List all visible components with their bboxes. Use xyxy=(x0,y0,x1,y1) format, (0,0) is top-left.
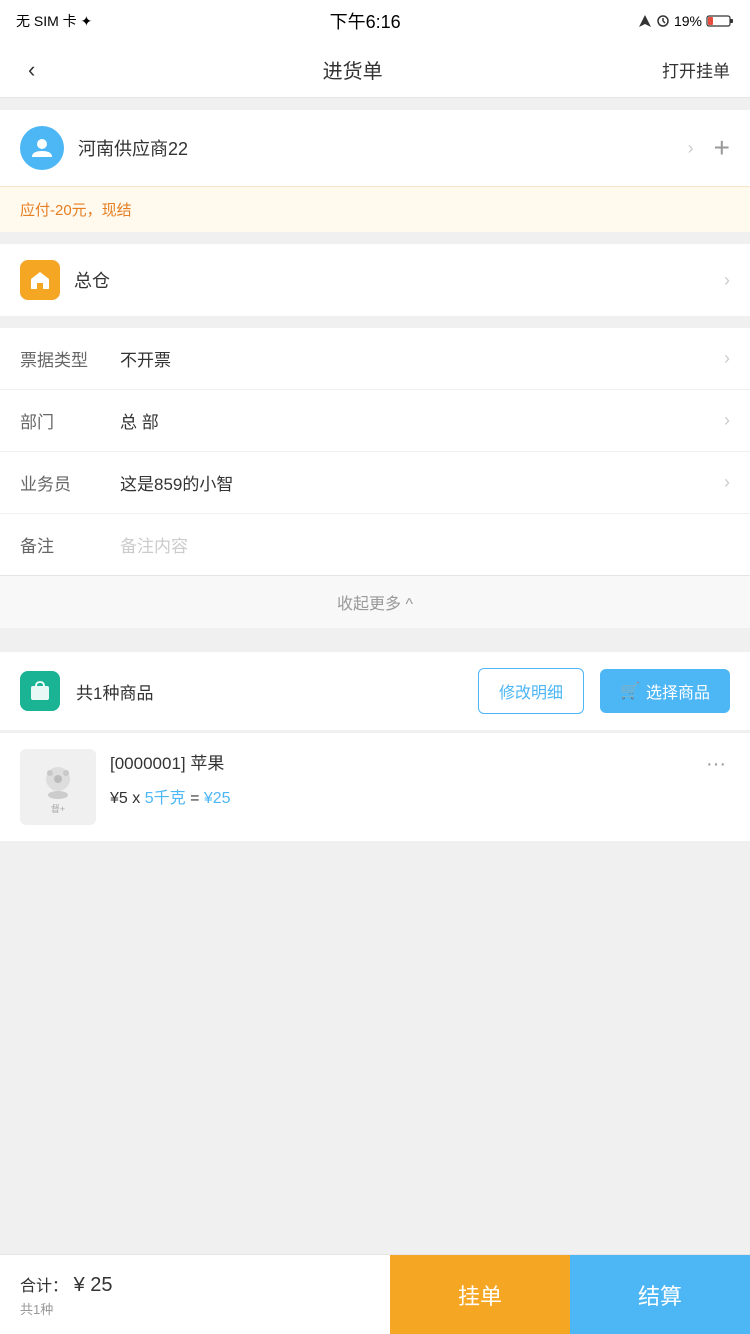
status-time: 下午6:16 xyxy=(330,8,401,34)
invoice-value: 不开票 xyxy=(120,346,724,371)
product-price: ¥5 x 5千克 = ¥25 xyxy=(110,784,688,808)
invoice-row[interactable]: 票据类型 不开票 › xyxy=(0,328,750,390)
supplier-card: 河南供应商22 › + 应付-20元，现结 xyxy=(0,110,750,232)
product-header: 共1种商品 修改明细 🛒 选择商品 xyxy=(0,652,750,730)
warehouse-chevron-icon: › xyxy=(724,270,730,291)
page-title: 进货单 xyxy=(323,55,383,84)
remark-row[interactable]: 备注 备注内容 xyxy=(0,514,750,575)
supplier-chevron-icon: › xyxy=(688,138,694,159)
supplier-avatar xyxy=(20,126,64,170)
product-code: [0000001] xyxy=(110,754,186,773)
person-icon xyxy=(29,135,55,161)
bottom-bar: 合计： ¥ 25 共1种 挂单 结算 xyxy=(0,1254,750,1334)
sales-row[interactable]: 业务员 这是859的小智 › xyxy=(0,452,750,514)
product-name: [0000001] 苹果 xyxy=(110,749,688,774)
open-hang-button[interactable]: 打开挂单 xyxy=(662,57,730,82)
checkout-button[interactable]: 结算 xyxy=(570,1255,750,1334)
product-info: [0000001] 苹果 ¥5 x 5千克 = ¥25 xyxy=(110,749,688,808)
product-title: 苹果 xyxy=(190,754,224,773)
bottom-spacer xyxy=(0,841,750,941)
total-value: ¥ 25 xyxy=(74,1274,113,1296)
divider-2 xyxy=(0,232,750,244)
alarm-icon xyxy=(656,14,670,28)
warehouse-icon xyxy=(20,260,60,300)
invoice-chevron-icon: › xyxy=(724,348,730,369)
cart-icon: 🛒 xyxy=(620,681,640,701)
total-label: 合计： xyxy=(20,1278,68,1295)
dept-label: 部门 xyxy=(20,408,100,433)
equals-sign: = xyxy=(190,790,204,807)
invoice-label: 票据类型 xyxy=(20,346,100,371)
select-product-button[interactable]: 🛒 选择商品 xyxy=(600,669,730,713)
nav-bar: ‹ 进货单 打开挂单 xyxy=(0,42,750,98)
warehouse-name: 总仓 xyxy=(74,267,724,293)
hang-button[interactable]: 挂单 xyxy=(390,1255,570,1334)
remark-input[interactable]: 备注内容 xyxy=(120,532,730,557)
edit-detail-button[interactable]: 修改明细 xyxy=(478,668,584,714)
status-left: 无 SIM 卡 ✦ xyxy=(16,11,92,31)
multiply-sign: x xyxy=(132,790,144,807)
unit-price: ¥5 xyxy=(110,790,128,807)
back-button[interactable]: ‹ xyxy=(20,49,43,91)
supplier-name: 河南供应商22 xyxy=(78,135,688,161)
form-section: 票据类型 不开票 › 部门 总 部 › 业务员 这是859的小智 › 备注 备注… xyxy=(0,328,750,575)
home-icon xyxy=(29,269,51,291)
add-button[interactable]: + xyxy=(714,132,730,164)
warehouse-row[interactable]: 总仓 › xyxy=(0,244,750,316)
supplier-row[interactable]: 河南供应商22 › + xyxy=(0,110,750,186)
dept-row[interactable]: 部门 总 部 › xyxy=(0,390,750,452)
product-count: 共1种商品 xyxy=(76,679,462,704)
shopping-icon xyxy=(29,680,51,702)
total-section: 合计： ¥ 25 共1种 xyxy=(0,1272,390,1318)
product-item: 督+ [0000001] 苹果 ¥5 x 5千克 = ¥25 ··· xyxy=(0,732,750,841)
collapse-row[interactable]: 收起更多 ^ xyxy=(0,575,750,628)
status-bar: 无 SIM 卡 ✦ 下午6:16 19% xyxy=(0,0,750,42)
location-icon xyxy=(638,14,652,28)
product-thumb-img: 督+ xyxy=(28,757,88,817)
collapse-label: 收起更多 ^ xyxy=(337,596,413,613)
sales-label: 业务员 xyxy=(20,470,100,495)
more-options-button[interactable]: ··· xyxy=(702,749,730,780)
sales-chevron-icon: › xyxy=(724,472,730,493)
divider-3 xyxy=(0,628,750,640)
product-icon xyxy=(20,671,60,711)
sales-value: 这是859的小智 xyxy=(120,470,724,495)
select-product-label: 选择商品 xyxy=(646,679,710,703)
dept-value: 总 部 xyxy=(120,408,724,433)
product-thumbnail: 督+ xyxy=(20,749,96,825)
battery-percent: 19% xyxy=(674,13,702,29)
battery-icon xyxy=(706,14,734,28)
supplier-alert: 应付-20元，现结 xyxy=(0,186,750,232)
svg-text:督+: 督+ xyxy=(51,803,65,814)
total-count: 共1种 xyxy=(20,1299,370,1318)
product-qty: 5千克 xyxy=(145,790,186,807)
dept-chevron-icon: › xyxy=(724,410,730,431)
remark-label: 备注 xyxy=(20,532,100,557)
status-right: 19% xyxy=(638,13,734,29)
total-amount: 合计： ¥ 25 xyxy=(20,1272,370,1297)
divider-1 xyxy=(0,98,750,110)
product-total: ¥25 xyxy=(204,790,231,807)
